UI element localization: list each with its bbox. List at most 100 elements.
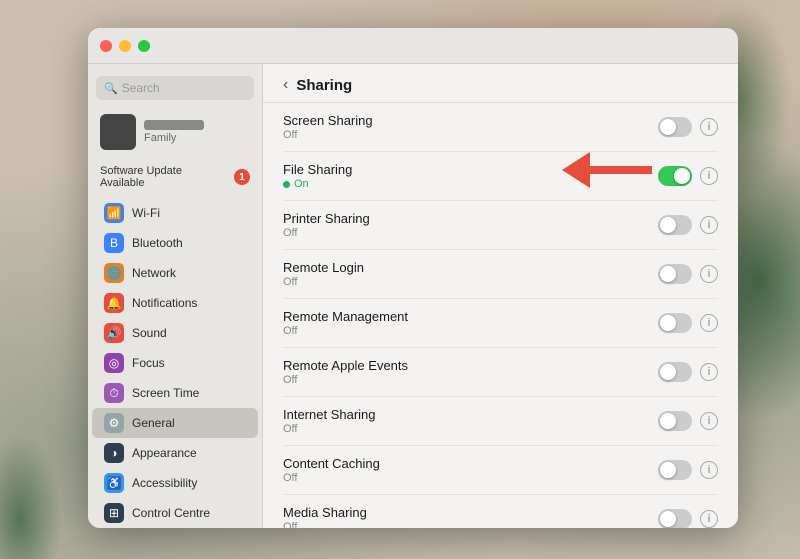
minimize-button[interactable] [119,40,131,52]
titlebar [88,28,738,64]
setting-status-internet-sharing: Off [283,423,376,435]
back-button[interactable]: ‹ [283,76,288,94]
sidebar-item-sound[interactable]: 🔊 Sound [92,318,258,348]
setting-info-remote-mgmt: Remote Management Off [283,309,408,337]
media-sharing-controls: i [658,509,718,528]
setting-name-internet-sharing: Internet Sharing [283,407,376,422]
media-sharing-toggle[interactable] [658,509,692,528]
avatar [100,114,136,150]
file-sharing-info-button[interactable]: i [700,167,718,185]
control-icon: ⊞ [104,503,124,523]
table-row: Screen Sharing Off i [283,103,718,152]
table-row: Printer Sharing Off i [283,201,718,250]
window-content: 🔍 Search Family Software Update Availabl… [88,64,738,528]
toggle-thumb [674,168,690,184]
sidebar-label-general: General [132,416,175,430]
remote-mgmt-info-button[interactable]: i [700,314,718,332]
file-sharing-dot [283,181,290,188]
remote-mgmt-status-text: Off [283,325,297,337]
red-arrow [562,152,652,188]
sidebar-item-accessibility[interactable]: ♿ Accessibility [92,468,258,498]
sidebar-item-general[interactable]: ⚙ General [92,408,258,438]
user-section[interactable]: Family [88,108,262,156]
sidebar-item-notifications[interactable]: 🔔 Notifications [92,288,258,318]
sidebar-item-network[interactable]: 🌐 Network [92,258,258,288]
remote-login-controls: i [658,264,718,284]
screentime-icon: ⏱ [104,383,124,403]
leaf-left-decor [0,359,100,559]
arrow-body [590,166,652,174]
content-caching-controls: i [658,460,718,480]
remote-login-info-button[interactable]: i [700,265,718,283]
apple-id-label [144,120,204,130]
media-sharing-info-button[interactable]: i [700,510,718,528]
sidebar-item-appearance[interactable]: ◑ Appearance [92,438,258,468]
toggle-thumb [660,119,676,135]
table-row: Media Sharing Off i [283,495,718,528]
toggle-thumb [660,413,676,429]
setting-name-file-sharing: File Sharing [283,162,352,177]
remote-events-toggle[interactable] [658,362,692,382]
sidebar: 🔍 Search Family Software Update Availabl… [88,64,263,528]
user-family-label: Family [144,132,204,144]
setting-status-screen-sharing: Off [283,129,373,141]
remote-events-status-text: Off [283,374,297,386]
setting-info-remote-events: Remote Apple Events Off [283,358,408,386]
file-sharing-toggle[interactable] [658,166,692,186]
sidebar-item-screentime[interactable]: ⏱ Screen Time [92,378,258,408]
sidebar-label-screentime: Screen Time [132,386,199,400]
internet-sharing-status-text: Off [283,423,297,435]
remote-login-status-text: Off [283,276,297,288]
table-row: Remote Login Off i [283,250,718,299]
notifications-icon: 🔔 [104,293,124,313]
screen-sharing-status-text: Off [283,129,297,141]
setting-status-remote-events: Off [283,374,408,386]
printer-sharing-info-button[interactable]: i [700,216,718,234]
panel-header: ‹ Sharing [263,64,738,103]
close-button[interactable] [100,40,112,52]
general-icon: ⚙ [104,413,124,433]
setting-status-remote-mgmt: Off [283,325,408,337]
maximize-button[interactable] [138,40,150,52]
setting-name-remote-events: Remote Apple Events [283,358,408,373]
setting-info-remote-login: Remote Login Off [283,260,364,288]
search-bar[interactable]: 🔍 Search [96,76,254,100]
sidebar-item-focus[interactable]: ◎ Focus [92,348,258,378]
sidebar-item-wifi[interactable]: 📶 Wi-Fi [92,198,258,228]
sidebar-label-accessibility: Accessibility [132,476,197,490]
setting-info-file-sharing: File Sharing On [283,162,352,190]
setting-status-media-sharing: Off [283,521,367,528]
internet-sharing-toggle[interactable] [658,411,692,431]
remote-events-info-button[interactable]: i [700,363,718,381]
toggle-thumb [660,511,676,527]
system-preferences-window: 🔍 Search Family Software Update Availabl… [88,28,738,528]
wifi-icon: 📶 [104,203,124,223]
printer-sharing-toggle[interactable] [658,215,692,235]
remote-login-toggle[interactable] [658,264,692,284]
software-update-banner[interactable]: Software Update Available 1 [88,160,262,194]
table-row: Remote Apple Events Off i [283,348,718,397]
setting-info-content-caching: Content Caching Off [283,456,380,484]
user-info: Family [144,120,204,144]
content-caching-info-button[interactable]: i [700,461,718,479]
setting-name-printer-sharing: Printer Sharing [283,211,370,226]
remote-mgmt-toggle[interactable] [658,313,692,333]
screen-sharing-info-button[interactable]: i [700,118,718,136]
accessibility-icon: ♿ [104,473,124,493]
search-placeholder: Search [122,81,160,95]
content-caching-toggle[interactable] [658,460,692,480]
sidebar-label-sound: Sound [132,326,167,340]
sidebar-item-bluetooth[interactable]: B Bluetooth [92,228,258,258]
table-row: Remote Management Off i [283,299,718,348]
media-sharing-status-text: Off [283,521,297,528]
sidebar-label-notifications: Notifications [132,296,197,310]
setting-info-media-sharing: Media Sharing Off [283,505,367,528]
arrow-head [562,152,590,188]
focus-icon: ◎ [104,353,124,373]
internet-sharing-info-button[interactable]: i [700,412,718,430]
sidebar-item-control[interactable]: ⊞ Control Centre [92,498,258,528]
toggle-thumb [660,462,676,478]
screen-sharing-toggle[interactable] [658,117,692,137]
screen-sharing-controls: i [658,117,718,137]
content-caching-status-text: Off [283,472,297,484]
